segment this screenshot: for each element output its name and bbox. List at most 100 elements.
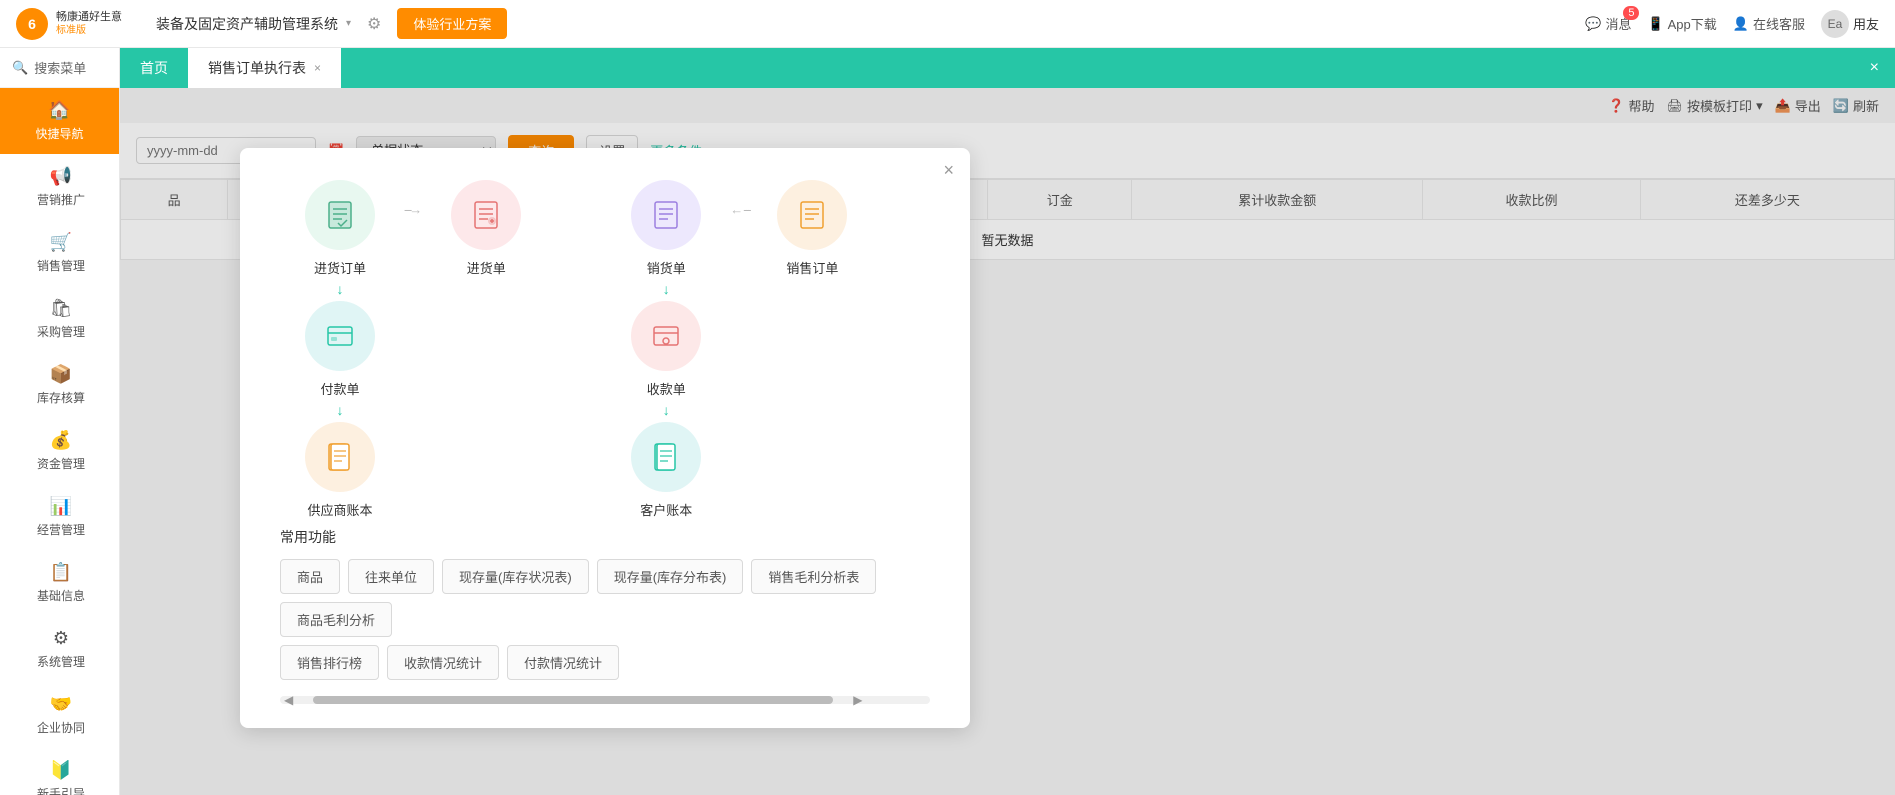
gear-icon[interactable]: ⚙ — [363, 10, 385, 38]
flow-supplier-ledger[interactable]: 供应商账本 — [280, 422, 400, 519]
func-btn-3[interactable]: 现存量(库存分布表) — [597, 559, 744, 594]
tab-home[interactable]: 首页 — [120, 48, 188, 88]
guide-icon: 🔰 — [50, 760, 72, 781]
common-functions: 常用功能 商品 往来单位 现存量(库存状况表) 现存量(库存分布表) 销售毛利分… — [280, 527, 930, 680]
func-btn-6[interactable]: 销售排行榜 — [280, 645, 379, 680]
sidebar-item-system[interactable]: ⚙ 系统管理 — [0, 616, 119, 682]
flow-payment[interactable]: 付款单 — [280, 301, 400, 398]
collab-icon: 🤝 — [50, 694, 72, 715]
sidebar-item-inventory[interactable]: 📦 库存核算 — [0, 352, 119, 418]
scroll-left-arrow[interactable]: ◀ — [280, 693, 297, 707]
search-menu-btn[interactable]: 🔍 搜索菜单 — [0, 48, 119, 88]
customer-circle — [631, 422, 701, 492]
system-name-label: 装备及固定资产辅助管理系统 — [156, 14, 338, 34]
avatar: Ea — [1821, 10, 1849, 38]
logo-icon: 6 — [16, 8, 48, 40]
content-area: 首页 销售订单执行表 × × ❓ 帮助 🖨 按模板打印 ▾ — [120, 48, 1895, 795]
sidebar-item-guide[interactable]: 🔰 新手引导 — [0, 748, 119, 795]
user-area[interactable]: Ea 用友 — [1821, 10, 1879, 38]
func-btn-8[interactable]: 付款情况统计 — [507, 645, 619, 680]
popup-scrollbar: ◀ ▶ — [280, 696, 930, 704]
func-btn-7[interactable]: 收款情况统计 — [387, 645, 499, 680]
h-arrow-2: ← - - - — [730, 202, 748, 217]
tab-close-icon[interactable]: × — [314, 61, 321, 75]
flow-purchase-order[interactable]: 进货订单 — [280, 180, 400, 277]
tab-sales-exec[interactable]: 销售订单执行表 × — [188, 48, 341, 88]
popup-close-button[interactable]: × — [943, 160, 954, 181]
sales-order-circle — [777, 180, 847, 250]
scroll-bar-thumb[interactable] — [313, 696, 833, 704]
flow-customer-ledger[interactable]: 客户账本 — [606, 422, 726, 519]
purchase-order-circle — [305, 180, 375, 250]
flow-diagram: 进货订单 ↓ 付款单 ↓ — [280, 180, 930, 519]
header-right: 💬 消息 5 📱 App下载 👤 在线客服 Ea 用友 — [1585, 10, 1879, 38]
arrow-down-4: ↓ — [663, 402, 670, 418]
purchase-icon: 🛍 — [50, 298, 73, 319]
app-icon: 📱 — [1647, 16, 1663, 32]
sidebar-item-sales[interactable]: 🛒 销售管理 — [0, 220, 119, 286]
message-btn[interactable]: 💬 消息 5 — [1585, 14, 1631, 33]
sidebar-item-quick[interactable]: 🏠 快捷导航 — [0, 88, 119, 154]
arrow-down-3: ↓ — [337, 402, 344, 418]
logo-area: 6 畅康通好生意 标准版 — [16, 8, 136, 40]
main-layout: 🔍 搜索菜单 🏠 快捷导航 📢 营销推广 🛒 销售管理 🛍 采购管理 📦 — [0, 48, 1895, 795]
common-title: 常用功能 — [280, 527, 930, 547]
tab-bar: 首页 销售订单执行表 × × — [120, 48, 1895, 88]
operation-icon: 📊 — [50, 496, 72, 517]
flow-sales[interactable]: 销货单 — [606, 180, 726, 277]
sales-icon: 🛒 — [50, 232, 72, 253]
quick-icon: 🏠 — [48, 100, 70, 121]
app-download-btn[interactable]: 📱 App下载 — [1647, 14, 1716, 33]
purchase-circle — [451, 180, 521, 250]
arrow-down-2: ↓ — [663, 281, 670, 297]
basic-icon: 📋 — [50, 562, 72, 583]
sidebar-item-purchase[interactable]: 🛍 采购管理 — [0, 286, 119, 352]
top-header: 6 畅康通好生意 标准版 装备及固定资产辅助管理系统 ▾ ⚙ 体验行业方案 💬 … — [0, 0, 1895, 48]
func-btn-4[interactable]: 销售毛利分析表 — [751, 559, 876, 594]
system-icon: ⚙ — [53, 628, 69, 649]
sidebar-item-collab[interactable]: 🤝 企业协同 — [0, 682, 119, 748]
payment-circle — [305, 301, 375, 371]
inventory-icon: 📦 — [50, 364, 72, 385]
func-buttons: 商品 往来单位 现存量(库存状况表) 现存量(库存分布表) 销售毛利分析表 商品… — [280, 559, 930, 637]
finance-icon: 💰 — [50, 430, 72, 451]
sales-flow-col: 销货单 ↓ 收款单 ↓ — [606, 180, 872, 519]
func-btn-0[interactable]: 商品 — [280, 559, 340, 594]
receipt-circle — [631, 301, 701, 371]
trial-button[interactable]: 体验行业方案 — [397, 8, 507, 39]
message-icon: 💬 — [1585, 16, 1601, 32]
func-buttons-row2: 销售排行榜 收款情况统计 付款情况统计 — [280, 645, 930, 680]
sidebar-item-operation[interactable]: 📊 经营管理 — [0, 484, 119, 550]
logo-text: 畅康通好生意 标准版 — [56, 10, 122, 37]
user-name-label: 用友 — [1853, 14, 1879, 33]
sidebar-item-basic[interactable]: 📋 基础信息 — [0, 550, 119, 616]
system-dropdown-arrow[interactable]: ▾ — [346, 18, 351, 29]
left-flow-col: 进货订单 ↓ 付款单 ↓ — [280, 180, 400, 519]
flow-purchase[interactable]: 进货单 — [426, 180, 546, 277]
search-icon: 🔍 — [12, 60, 28, 76]
flow-sales-order[interactable]: 销售订单 — [752, 180, 872, 277]
h-arrow-1: - - - → — [404, 202, 422, 217]
func-btn-2[interactable]: 现存量(库存状况表) — [442, 559, 589, 594]
page-content: ❓ 帮助 🖨 按模板打印 ▾ 📤 导出 🔄 刷新 — [120, 88, 1895, 795]
sidebar-nav: 🏠 快捷导航 📢 营销推广 🛒 销售管理 🛍 采购管理 📦 库存核算 💰 — [0, 88, 119, 795]
sales-circle — [631, 180, 701, 250]
online-service-btn[interactable]: 👤 在线客服 — [1733, 14, 1805, 33]
sidebar-item-finance[interactable]: 💰 资金管理 — [0, 418, 119, 484]
scroll-right-arrow[interactable]: ▶ — [849, 693, 866, 707]
system-title: 装备及固定资产辅助管理系统 ▾ — [156, 14, 351, 34]
sidebar: 🔍 搜索菜单 🏠 快捷导航 📢 营销推广 🛒 销售管理 🛍 采购管理 📦 — [0, 48, 120, 795]
message-badge: 5 — [1623, 6, 1639, 20]
func-btn-1[interactable]: 往来单位 — [348, 559, 434, 594]
marketing-icon: 📢 — [50, 166, 72, 187]
func-btn-5[interactable]: 商品毛利分析 — [280, 602, 392, 637]
right-flow-col: 进货单 — [426, 180, 546, 277]
service-icon: 👤 — [1733, 16, 1749, 32]
sales-order-col: 销售订单 — [752, 180, 872, 277]
sales-col: 销货单 ↓ 收款单 ↓ — [606, 180, 726, 519]
popup-card: × 进货订单 ↓ — [240, 148, 970, 728]
tab-bar-close-icon[interactable]: × — [1870, 59, 1895, 77]
arrow-down-1: ↓ — [337, 281, 344, 297]
flow-receipt[interactable]: 收款单 — [606, 301, 726, 398]
sidebar-item-marketing[interactable]: 📢 营销推广 — [0, 154, 119, 220]
